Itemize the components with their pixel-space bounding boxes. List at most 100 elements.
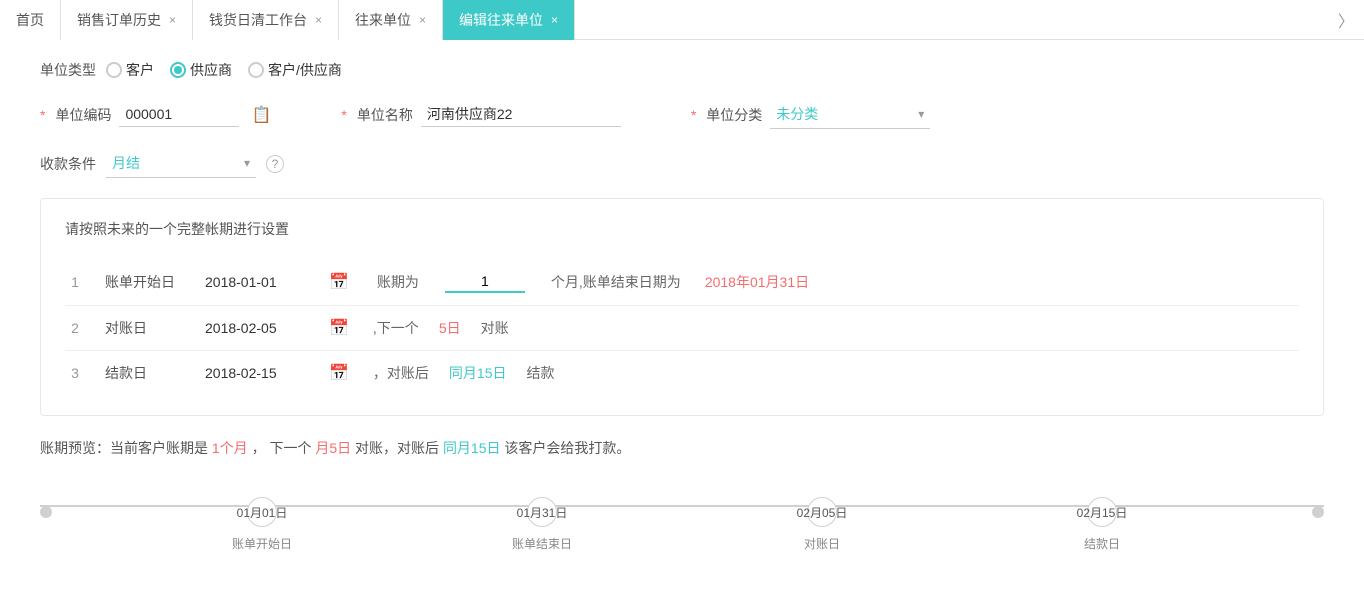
payment-help-icon[interactable]: ? [266, 155, 284, 173]
step-3-desc-prefix: ，对账后 [373, 363, 429, 383]
step-1-period-end: 2018年01月31日 [705, 272, 809, 292]
name-group: * 单位名称 [341, 102, 620, 127]
tab-home[interactable]: 首页 [0, 0, 61, 40]
step-row-2: 2 对账日 2018-02-05 📅 ,下一个 5日 对账 [65, 306, 1299, 351]
timeline-label-2: 账单结束日 [512, 535, 572, 552]
tab-cash-work-close[interactable]: × [315, 13, 322, 27]
tab-partner-close[interactable]: × [419, 13, 426, 27]
radio-both-circle [248, 62, 264, 78]
radio-supplier-label: 供应商 [190, 60, 232, 80]
page-content: 单位类型 客户 供应商 客户/供应商 * 单位编码 📋 * 单位名称 [0, 40, 1364, 608]
step-2-desc-prefix: ,下一个 [373, 318, 419, 338]
timeline-date-2: 01月31日 [517, 504, 568, 521]
timeline-date-1: 01月01日 [237, 504, 288, 521]
timeline-circle-1: 01月01日 [247, 497, 277, 527]
preview-p3: 同月15日 [443, 440, 501, 456]
category-arrow-icon: ▾ [918, 107, 924, 121]
payment-label: 收款条件 [40, 154, 96, 174]
code-group: * 单位编码 📋 [40, 102, 271, 127]
tab-cash-work-label: 钱货日清工作台 [209, 10, 307, 30]
tab-edit-partner-close[interactable]: × [551, 13, 558, 27]
timeline-point-1: 01月01日 账单开始日 [192, 497, 332, 552]
timeline-circle-3: 02月05日 [807, 497, 837, 527]
radio-supplier-circle [170, 62, 186, 78]
tab-home-label: 首页 [16, 10, 44, 30]
preview-p2: 月5日 [315, 440, 351, 456]
step-1-calendar-icon[interactable]: 📅 [329, 272, 349, 292]
preview-p2-suffix: 对账，对账后 [355, 440, 439, 456]
section-title: 请按照未来的一个完整帐期进行设置 [65, 219, 1299, 239]
code-label: 单位编码 [55, 105, 111, 125]
preview-p3-suffix: 该客户会给我打款。 [504, 440, 630, 456]
step-date-3: 2018-02-15 [205, 365, 305, 381]
copy-icon[interactable]: 📋 [251, 105, 271, 125]
tab-edit-partner-label: 编辑往来单位 [459, 10, 543, 30]
timeline: 01月01日 账单开始日 01月31日 账单结束日 02月05日 对账日 [40, 481, 1324, 568]
preview-p1-suffix: ， [252, 440, 266, 456]
tabs-right-arrow[interactable]: 〉 [1328, 8, 1364, 32]
payment-row: 收款条件 月结 ▾ ? [40, 149, 1324, 178]
unit-type-label: 单位类型 [40, 60, 96, 80]
step-3-desc-suffix: 结款 [527, 363, 555, 383]
tab-edit-partner[interactable]: 编辑往来单位 × [443, 0, 575, 40]
step-num-2: 2 [65, 320, 85, 336]
tab-cash-work[interactable]: 钱货日清工作台 × [193, 0, 339, 40]
tab-partner[interactable]: 往来单位 × [339, 0, 443, 40]
category-required: * [691, 107, 696, 123]
category-select[interactable]: 未分类 ▾ [770, 100, 930, 129]
step-row-1: 1 账单开始日 2018-01-01 📅 账期为 个月,账单结束日期为 2018… [65, 259, 1299, 306]
timeline-point-2: 01月31日 账单结束日 [472, 497, 612, 552]
step-num-1: 1 [65, 274, 85, 290]
timeline-circle-2: 01月31日 [527, 497, 557, 527]
tab-sales-history[interactable]: 销售订单历史 × [61, 0, 193, 40]
radio-both-label: 客户/供应商 [268, 60, 342, 80]
timeline-dot-start [40, 506, 52, 518]
tabs-bar: 首页 销售订单历史 × 钱货日清工作台 × 往来单位 × 编辑往来单位 × 〉 [0, 0, 1364, 40]
step-date-1: 2018-01-01 [205, 274, 305, 290]
radio-customer[interactable]: 客户 [106, 60, 154, 80]
step-2-desc-suffix: 对账 [481, 318, 509, 338]
timeline-point-4: 02月15日 结款日 [1032, 497, 1172, 552]
timeline-circle-4: 02月15日 [1087, 497, 1117, 527]
radio-customer-circle [106, 62, 122, 78]
unit-type-row: 单位类型 客户 供应商 客户/供应商 [40, 60, 1324, 80]
payment-arrow-icon: ▾ [244, 156, 250, 170]
radio-customer-label: 客户 [126, 60, 154, 80]
step-1-period-label: 账期为 [377, 272, 419, 292]
code-required: * [40, 107, 45, 123]
timeline-points: 01月01日 账单开始日 01月31日 账单结束日 02月05日 对账日 [40, 497, 1324, 552]
step-3-desc-highlight: 同月15日 [449, 363, 507, 383]
tab-partner-label: 往来单位 [355, 10, 411, 30]
timeline-point-3: 02月05日 对账日 [752, 497, 892, 552]
step-2-calendar-icon[interactable]: 📅 [329, 318, 349, 338]
name-input[interactable] [421, 102, 621, 127]
step-2-desc-highlight: 5日 [439, 318, 461, 338]
timeline-label-1: 账单开始日 [232, 535, 292, 552]
step-3-calendar-icon[interactable]: 📅 [329, 363, 349, 383]
step-1-period-unit: 个月,账单结束日期为 [551, 272, 681, 292]
name-label: 单位名称 [357, 105, 413, 125]
category-value: 未分类 [776, 104, 912, 124]
tab-sales-history-label: 销售订单历史 [77, 10, 161, 30]
timeline-label-3: 对账日 [804, 535, 840, 552]
category-label: 单位分类 [706, 105, 762, 125]
code-name-row: * 单位编码 📋 * 单位名称 * 单位分类 未分类 ▾ [40, 100, 1324, 129]
step-label-1: 账单开始日 [105, 272, 185, 292]
step-date-2: 2018-02-05 [205, 320, 305, 336]
code-input[interactable] [119, 102, 239, 127]
payment-select[interactable]: 月结 ▾ [106, 149, 256, 178]
timeline-date-3: 02月05日 [797, 504, 848, 521]
period-value-input[interactable] [445, 271, 525, 293]
category-group: * 单位分类 未分类 ▾ [691, 100, 930, 129]
radio-group-unit-type: 客户 供应商 客户/供应商 [106, 60, 342, 80]
preview-p2-prefix: 下一个 [269, 440, 311, 456]
timeline-date-4: 02月15日 [1077, 504, 1128, 521]
name-required: * [341, 107, 346, 123]
step-num-3: 3 [65, 365, 85, 381]
step-row-3: 3 结款日 2018-02-15 📅 ，对账后 同月15日 结款 [65, 351, 1299, 395]
radio-supplier[interactable]: 供应商 [170, 60, 232, 80]
radio-both[interactable]: 客户/供应商 [248, 60, 342, 80]
tab-sales-history-close[interactable]: × [169, 13, 176, 27]
step-label-2: 对账日 [105, 318, 185, 338]
period-section: 请按照未来的一个完整帐期进行设置 1 账单开始日 2018-01-01 📅 账期… [40, 198, 1324, 416]
